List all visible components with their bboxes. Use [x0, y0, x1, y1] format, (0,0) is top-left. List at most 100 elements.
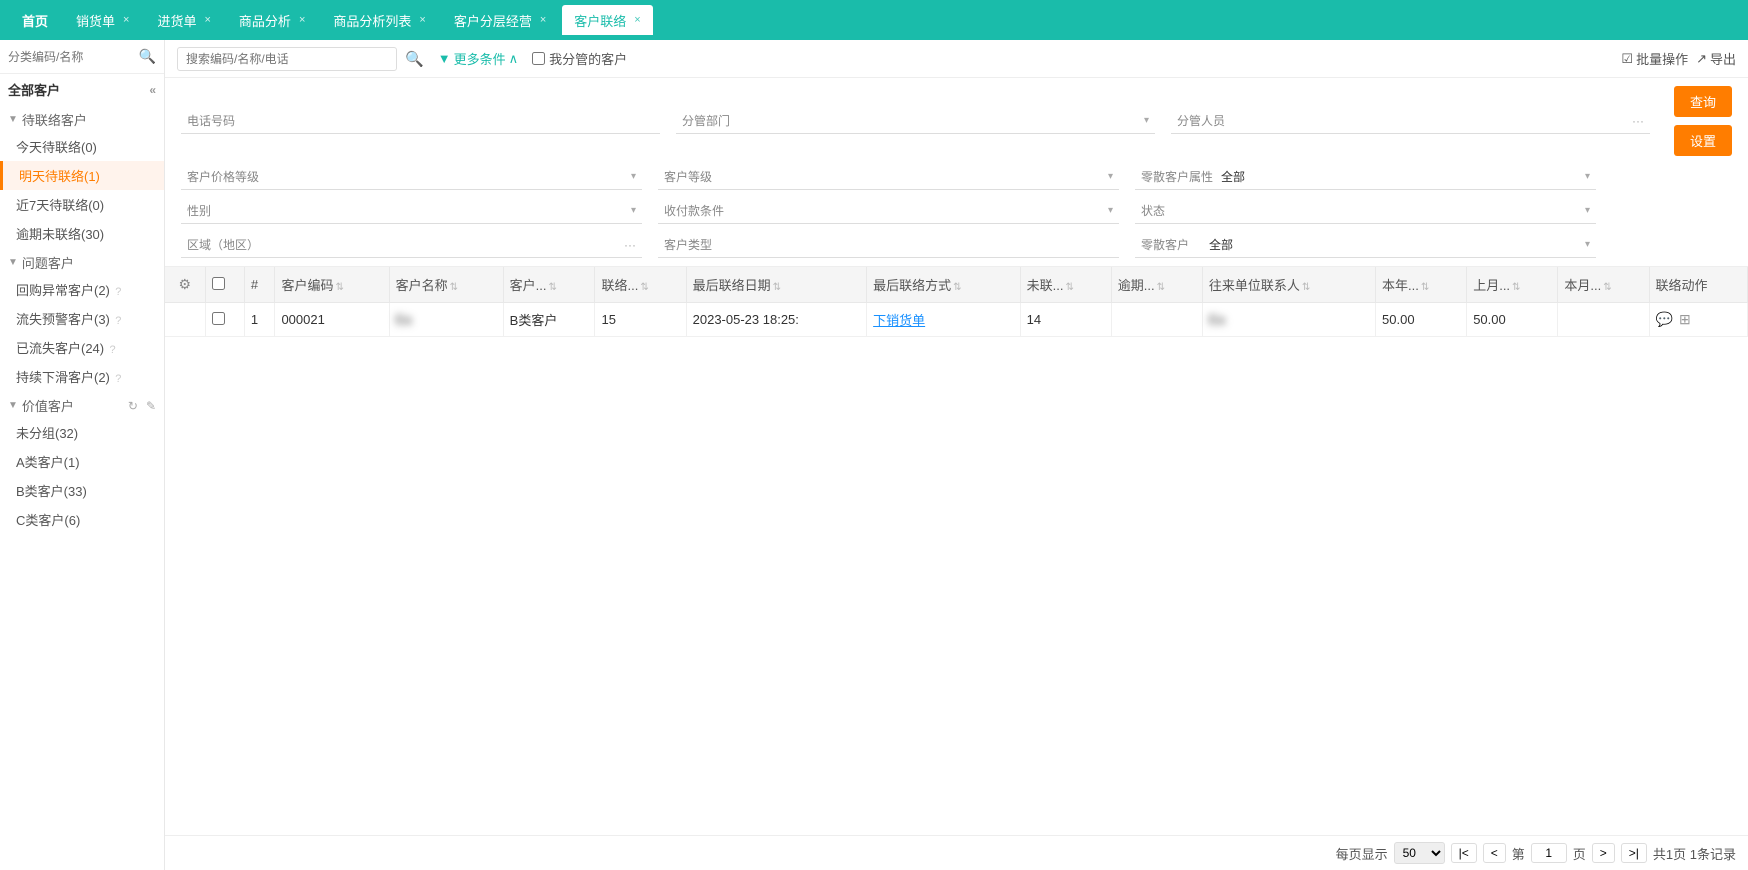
page-label: 第 — [1512, 844, 1525, 863]
manager-dots-icon[interactable]: ··· — [1632, 114, 1644, 128]
nav-home[interactable]: 首页 — [10, 5, 60, 35]
retail-customer-label: 零散客户 — [1141, 236, 1201, 253]
sidebar-class-a[interactable]: A类客户(1) — [0, 447, 164, 476]
th-code[interactable]: 客户编码⇅ — [275, 267, 389, 303]
sidebar-lost-risk[interactable]: 流失预警客户(3) ? — [0, 304, 164, 333]
value-customers-refresh-icon[interactable]: ↻ — [128, 399, 138, 413]
sidebar-collapse-icon[interactable]: « — [149, 83, 156, 97]
action-more-icon[interactable]: ⊞ — [1679, 311, 1691, 328]
th-unit-contact-label: 往来单位联系人 — [1209, 278, 1300, 293]
nav-sales-order-close[interactable]: × — [123, 14, 129, 26]
th-gear[interactable]: ⚙ — [165, 267, 205, 303]
name-sort-icon[interactable]: ⇅ — [450, 282, 458, 293]
sidebar-ungrouped[interactable]: 未分组(32) — [0, 418, 164, 447]
sidebar-today-contact[interactable]: 今天待联络(0) — [0, 132, 164, 161]
filter-search-input[interactable] — [177, 47, 397, 71]
query-button[interactable]: 查询 — [1674, 86, 1732, 117]
sidebar-overdue-contact[interactable]: 逾期未联络(30) — [0, 219, 164, 248]
sidebar-already-lost[interactable]: 已流失客户(24) ? — [0, 333, 164, 362]
nav-customer-contact[interactable]: 客户联络 × — [562, 5, 652, 35]
retail-attr-dropdown-icon[interactable]: ▾ — [1585, 171, 1590, 182]
gender-dropdown-icon[interactable]: ▾ — [631, 205, 636, 216]
nav-product-analysis-list[interactable]: 商品分析列表 × — [321, 5, 437, 35]
filter-customer-level: 客户等级 ▾ — [658, 164, 1119, 190]
sidebar-continuous-decline[interactable]: 持续下滑客户(2) ? — [0, 362, 164, 391]
value-customers-edit-icon[interactable]: ✎ — [146, 399, 156, 413]
th-overdue[interactable]: 逾期...⇅ — [1111, 267, 1202, 303]
page-input[interactable] — [1531, 843, 1567, 863]
nav-product-analysis-close[interactable]: × — [299, 14, 305, 26]
sidebar-week-contact[interactable]: 近7天待联络(0) — [0, 190, 164, 219]
customer-level-dropdown-icon[interactable]: ▾ — [1108, 171, 1113, 182]
per-page-select[interactable]: 50 10 20 100 — [1394, 842, 1445, 864]
sidebar-repurchase-anomaly[interactable]: 回购异常客户(2) ? — [0, 275, 164, 304]
not-contacted-sort-icon[interactable]: ⇅ — [1065, 282, 1073, 293]
status-dropdown-icon[interactable]: ▾ — [1585, 205, 1590, 216]
dept-dropdown-icon[interactable]: ▾ — [1144, 115, 1149, 126]
my-customers-checkbox[interactable] — [532, 52, 545, 65]
th-not-contacted[interactable]: 未联...⇅ — [1020, 267, 1111, 303]
nav-customer-layered[interactable]: 客户分层经营 × — [442, 5, 558, 35]
select-all-checkbox[interactable] — [212, 277, 225, 290]
column-gear-icon[interactable]: ⚙ — [178, 276, 191, 292]
filter-search-icon[interactable]: 🔍 — [405, 50, 424, 68]
prev-page-button[interactable]: < — [1483, 843, 1506, 863]
export-button[interactable]: ↗ 导出 — [1696, 49, 1736, 68]
already-lost-help-icon[interactable]: ? — [109, 344, 115, 356]
action-contact-icon[interactable]: 💬 — [1656, 311, 1673, 328]
code-sort-icon[interactable]: ⇅ — [335, 282, 343, 293]
last-method-sort-icon[interactable]: ⇅ — [953, 282, 961, 293]
payment-dropdown-icon[interactable]: ▾ — [1108, 205, 1113, 216]
top-navigation: 首页 销货单 × 进货单 × 商品分析 × 商品分析列表 × 客户分层经营 × … — [0, 0, 1748, 40]
last-date-sort-icon[interactable]: ⇅ — [773, 282, 781, 293]
contact-sort-icon[interactable]: ⇅ — [640, 282, 648, 293]
this-year-sort-icon[interactable]: ⇅ — [1421, 282, 1429, 293]
sidebar-search-input[interactable] — [8, 50, 135, 64]
region-dots-icon[interactable]: ··· — [624, 238, 636, 252]
filter-row-2: 客户价格等级 ▾ 客户等级 ▾ 零散客户属性 全部 ▾ — [181, 164, 1732, 190]
nav-purchase-order-close[interactable]: × — [204, 14, 210, 26]
reset-button[interactable]: 设置 — [1674, 125, 1732, 156]
th-last-contact-date[interactable]: 最后联络日期⇅ — [686, 267, 866, 303]
batch-ops-button[interactable]: ☑ 批量操作 — [1621, 49, 1688, 68]
row-last-method-link[interactable]: 下销货单 — [873, 313, 925, 328]
th-name[interactable]: 客户名称⇅ — [389, 267, 503, 303]
sidebar-search-icon[interactable]: 🔍 — [139, 48, 156, 65]
last-month-sort-icon[interactable]: ⇅ — [1512, 282, 1520, 293]
nav-sales-order[interactable]: 销货单 × — [64, 5, 141, 35]
sidebar-class-c[interactable]: C类客户(6) — [0, 505, 164, 534]
th-type[interactable]: 客户...⇅ — [503, 267, 595, 303]
th-unit-contact[interactable]: 往来单位联系人⇅ — [1202, 267, 1375, 303]
unit-contact-sort-icon[interactable]: ⇅ — [1302, 282, 1310, 293]
nav-home-label: 首页 — [22, 11, 48, 30]
this-month-sort-icon[interactable]: ⇅ — [1603, 282, 1611, 293]
th-this-month[interactable]: 本月...⇅ — [1558, 267, 1649, 303]
th-this-year[interactable]: 本年...⇅ — [1376, 267, 1467, 303]
filter-icon: ▼ — [438, 51, 451, 66]
retail-customer-dropdown-icon[interactable]: ▾ — [1585, 239, 1590, 250]
th-last-contact-method[interactable]: 最后联络方式⇅ — [867, 267, 1020, 303]
nav-product-analysis[interactable]: 商品分析 × — [227, 5, 317, 35]
price-level-dropdown-icon[interactable]: ▾ — [631, 171, 636, 182]
last-page-button[interactable]: >| — [1621, 843, 1647, 863]
row-unit-contact: Ea — [1209, 312, 1225, 327]
value-customers-group: ▼ 价值客户 ↻ ✎ — [0, 391, 164, 418]
next-page-button[interactable]: > — [1592, 843, 1615, 863]
nav-customer-layered-close[interactable]: × — [540, 14, 546, 26]
row-checkbox[interactable] — [212, 312, 225, 325]
first-page-button[interactable]: |< — [1451, 843, 1477, 863]
sidebar-class-b[interactable]: B类客户(33) — [0, 476, 164, 505]
nav-purchase-order-label: 进货单 — [157, 11, 196, 30]
nav-customer-contact-close[interactable]: × — [634, 14, 640, 26]
nav-purchase-order[interactable]: 进货单 × — [145, 5, 222, 35]
nav-product-analysis-list-close[interactable]: × — [419, 14, 425, 26]
continuous-decline-help-icon[interactable]: ? — [115, 373, 121, 385]
overdue-sort-icon[interactable]: ⇅ — [1157, 282, 1165, 293]
repurchase-anomaly-help-icon[interactable]: ? — [115, 286, 121, 298]
type-sort-icon[interactable]: ⇅ — [549, 282, 557, 293]
more-conditions-button[interactable]: ▼ 更多条件 ∧ — [432, 46, 524, 71]
lost-risk-help-icon[interactable]: ? — [115, 315, 121, 327]
sidebar-tomorrow-contact[interactable]: 明天待联络(1) — [0, 161, 164, 190]
th-contact[interactable]: 联络...⇅ — [595, 267, 686, 303]
th-last-month[interactable]: 上月...⇅ — [1467, 267, 1558, 303]
